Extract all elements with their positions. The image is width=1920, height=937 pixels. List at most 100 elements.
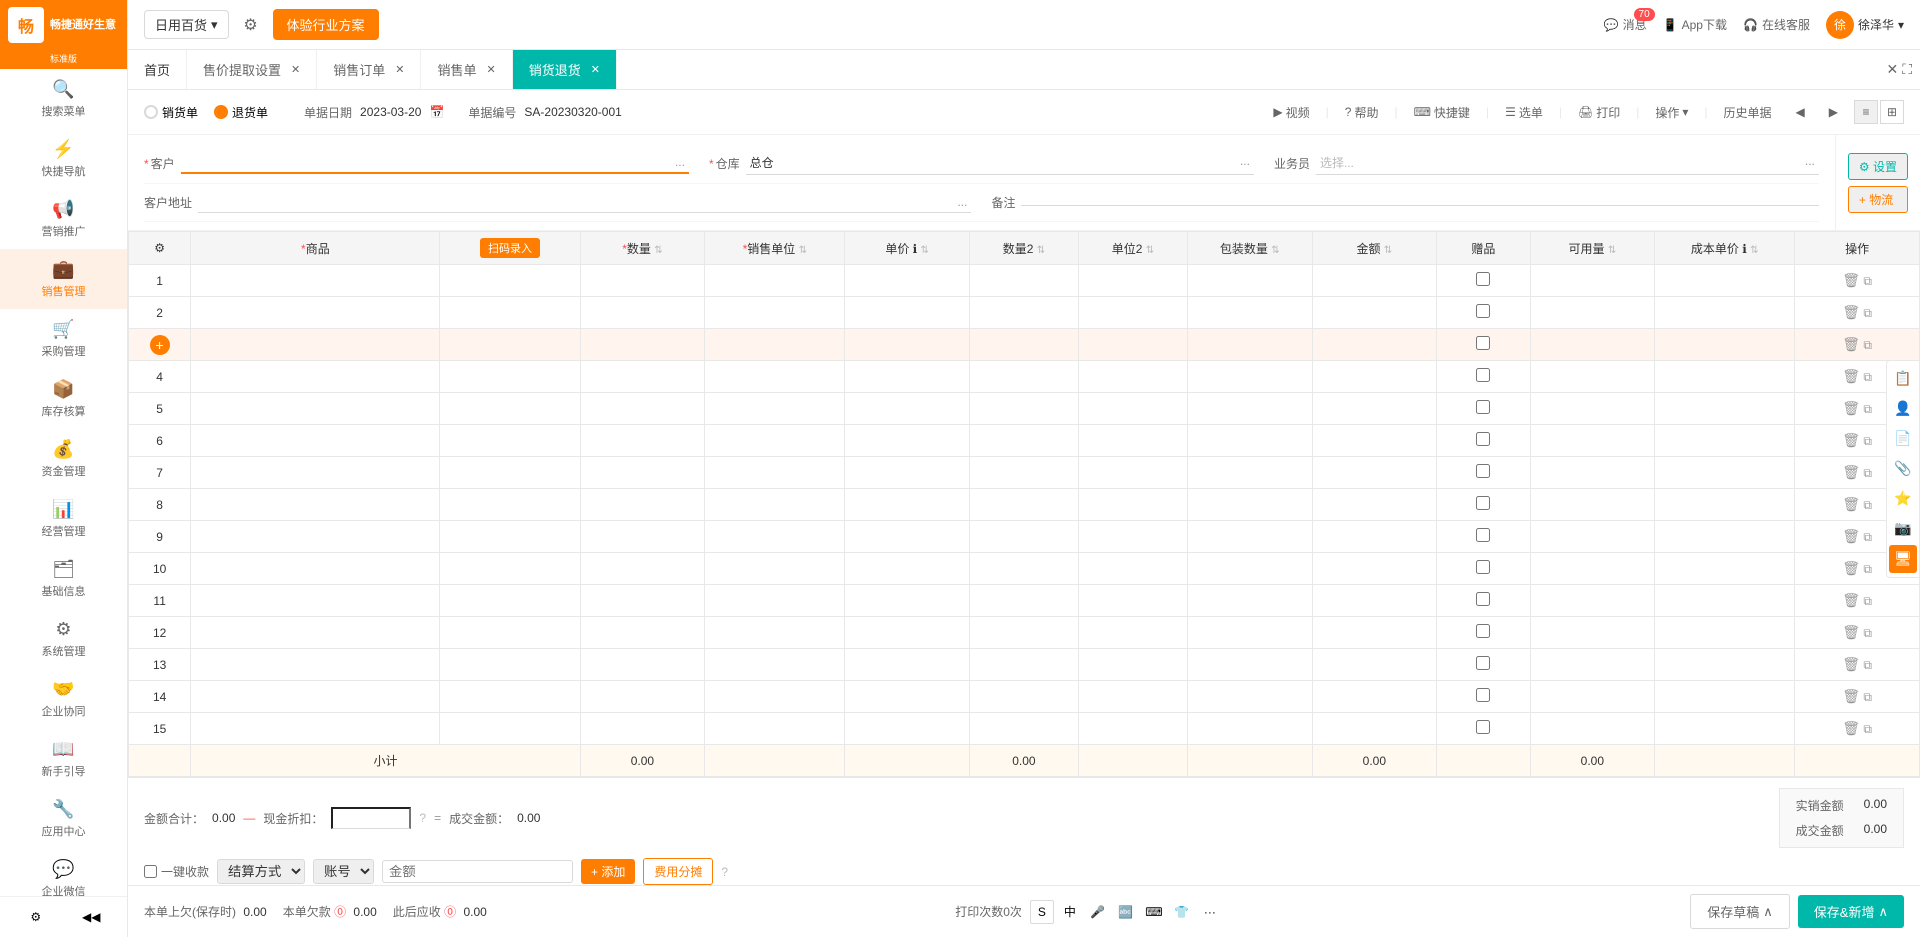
cell-cost-6[interactable] (1655, 425, 1795, 457)
save-draft-button[interactable]: 保存草稿 ∧ (1690, 894, 1790, 929)
cell-price-15[interactable] (845, 713, 970, 745)
cell-qty-1[interactable] (580, 265, 705, 297)
delete-btn-11[interactable]: 🗑 (1842, 592, 1860, 609)
list-view-btn[interactable]: ≡ (1854, 100, 1878, 124)
tab-4[interactable]: 销货退货✕ (513, 50, 617, 89)
cell-cost-14[interactable] (1655, 681, 1795, 713)
cell-amount-2[interactable] (1312, 297, 1437, 329)
copy-btn-11[interactable]: ⧉ (1863, 594, 1872, 609)
select-btn[interactable]: ☰ 选单 (1497, 101, 1551, 124)
cell-unit-3[interactable] (705, 329, 845, 361)
cell-unit2-13[interactable] (1078, 649, 1187, 681)
pack-sort-icon[interactable]: ⇅ (1271, 245, 1279, 256)
gift-checkbox-7[interactable] (1476, 464, 1490, 478)
delete-btn-7[interactable]: 🗑 (1842, 464, 1860, 481)
fee-split-button[interactable]: 费用分摊 (643, 858, 713, 885)
one-key-payment-input[interactable] (144, 865, 157, 878)
mic-icon[interactable]: 🎤 (1086, 900, 1110, 924)
grid-view-btn[interactable]: ⊞ (1880, 100, 1904, 124)
cell-product-12[interactable] (191, 617, 440, 649)
cell-price-12[interactable] (845, 617, 970, 649)
customer-input[interactable]: ... (181, 152, 689, 174)
chinese-icon[interactable]: 中 (1058, 900, 1082, 924)
sidebar-item-8[interactable]: 🗂基础信息 (0, 549, 127, 609)
topbar-settings-button[interactable]: ⚙ (237, 11, 265, 39)
tab-close-1[interactable]: ✕ (291, 63, 300, 76)
copy-btn-3[interactable]: ⧉ (1863, 338, 1872, 353)
cell-unit2-1[interactable] (1078, 265, 1187, 297)
delete-btn-10[interactable]: 🗑 (1842, 560, 1860, 577)
gift-checkbox-5[interactable] (1476, 400, 1490, 414)
cell-unit-13[interactable] (705, 649, 845, 681)
cell-unit-1[interactable] (705, 265, 845, 297)
cell-unit-10[interactable] (705, 553, 845, 585)
gift-checkbox-12[interactable] (1476, 624, 1490, 638)
cell-amount-12[interactable] (1312, 617, 1437, 649)
shirt-icon[interactable]: 👕 (1170, 900, 1194, 924)
sidebar-item-6[interactable]: 💰资金管理 (0, 429, 127, 489)
cell-product-9[interactable] (191, 521, 440, 553)
save-new-button[interactable]: 保存&新增 ∧ (1798, 895, 1904, 928)
gift-checkbox-9[interactable] (1476, 528, 1490, 542)
copy-btn-10[interactable]: ⧉ (1863, 562, 1872, 577)
cell-amount-11[interactable] (1312, 585, 1437, 617)
cell-product-7[interactable] (191, 457, 440, 489)
unit2-sort-icon[interactable]: ⇅ (1146, 245, 1154, 256)
input-method-icon[interactable]: S (1030, 900, 1054, 924)
warehouse-input[interactable]: 总仓 ... (746, 151, 1254, 175)
cell-qty2-7[interactable] (969, 457, 1078, 489)
next-btn[interactable]: ▶ (1821, 102, 1846, 122)
cell-unit-14[interactable] (705, 681, 845, 713)
cell-product-13[interactable] (191, 649, 440, 681)
cell-qty-13[interactable] (580, 649, 705, 681)
cell-cost-5[interactable] (1655, 393, 1795, 425)
cell-avail-11[interactable] (1530, 585, 1655, 617)
cell-qty-12[interactable] (580, 617, 705, 649)
person-tool-button[interactable]: 👤 (1889, 395, 1917, 423)
cell-unit-15[interactable] (705, 713, 845, 745)
cell-amount-4[interactable] (1312, 361, 1437, 393)
sidebar-item-12[interactable]: 🔧应用中心 (0, 789, 127, 849)
delete-btn-1[interactable]: 🗑 (1842, 272, 1860, 289)
payment-method-select[interactable]: 结算方式 (217, 859, 305, 884)
cell-amount-3[interactable] (1312, 329, 1437, 361)
delete-btn-12[interactable]: 🗑 (1842, 624, 1860, 641)
tab-1[interactable]: 售价提取设置✕ (187, 50, 317, 89)
cell-price-8[interactable] (845, 489, 970, 521)
cell-qty2-6[interactable] (969, 425, 1078, 457)
cell-cost-2[interactable] (1655, 297, 1795, 329)
unit-sort-icon[interactable]: ⇅ (799, 245, 807, 256)
cell-product-4[interactable] (191, 361, 440, 393)
col-settings[interactable]: ⚙ (129, 232, 191, 265)
delete-btn-13[interactable]: 🗑 (1842, 656, 1860, 673)
cell-qty-15[interactable] (580, 713, 705, 745)
cell-price-6[interactable] (845, 425, 970, 457)
gift-checkbox-6[interactable] (1476, 432, 1490, 446)
gift-checkbox-14[interactable] (1476, 688, 1490, 702)
cell-price-4[interactable] (845, 361, 970, 393)
cell-price-1[interactable] (845, 265, 970, 297)
cell-cost-11[interactable] (1655, 585, 1795, 617)
history-btn[interactable]: 历史单据 (1716, 101, 1780, 124)
cell-unit2-3[interactable] (1078, 329, 1187, 361)
app-download-button[interactable]: 📱 App下载 (1663, 16, 1727, 33)
cell-product-3[interactable] (191, 329, 440, 361)
cell-cost-4[interactable] (1655, 361, 1795, 393)
cell-product-2[interactable] (191, 297, 440, 329)
tab-close-3[interactable]: ✕ (487, 63, 496, 76)
cell-qty2-14[interactable] (969, 681, 1078, 713)
cell-pack-5[interactable] (1187, 393, 1312, 425)
cell-unit-4[interactable] (705, 361, 845, 393)
calendar-icon[interactable]: 📅 (429, 105, 444, 119)
cell-unit-6[interactable] (705, 425, 845, 457)
cell-avail-6[interactable] (1530, 425, 1655, 457)
cell-cost-7[interactable] (1655, 457, 1795, 489)
cell-price-14[interactable] (845, 681, 970, 713)
cell-unit-7[interactable] (705, 457, 845, 489)
screen-tool-button[interactable]: 🖥 (1889, 545, 1917, 573)
gift-checkbox-8[interactable] (1476, 496, 1490, 510)
cell-unit2-14[interactable] (1078, 681, 1187, 713)
gift-checkbox-4[interactable] (1476, 368, 1490, 382)
cell-unit-12[interactable] (705, 617, 845, 649)
salesperson-input[interactable]: 选择... ... (1316, 151, 1819, 175)
